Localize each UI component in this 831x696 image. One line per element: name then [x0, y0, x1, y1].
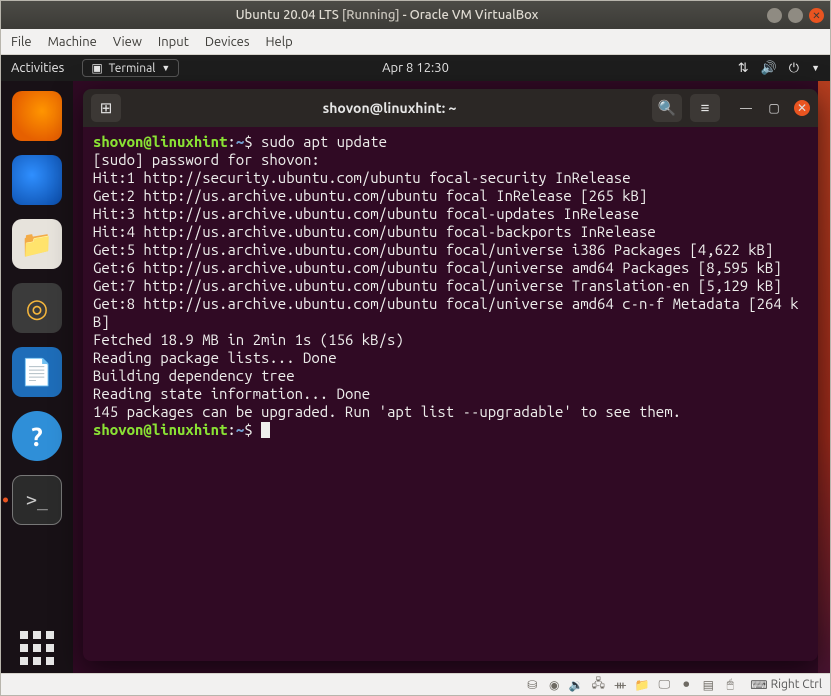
appmenu-terminal[interactable]: ▣ Terminal ▼: [82, 59, 179, 77]
prompt-path: ~: [236, 421, 244, 438]
terminal-cursor: [261, 422, 270, 438]
terminal-minimize-button[interactable]: —: [738, 100, 754, 116]
output-line: [sudo] password for shovon:: [93, 151, 320, 168]
vbox-menu-input[interactable]: Input: [158, 35, 189, 49]
dock-thunderbird[interactable]: [12, 155, 62, 205]
volume-icon[interactable]: 🔊: [761, 61, 777, 76]
activities-button[interactable]: Activities: [11, 61, 64, 75]
output-line: Get:8 http://us.archive.ubuntu.com/ubunt…: [93, 295, 799, 330]
terminal-hamburger-menu[interactable]: ≡: [690, 94, 720, 122]
terminal-close-button[interactable]: ✕: [794, 100, 810, 116]
dock-terminal[interactable]: >_: [12, 475, 62, 525]
prompt-colon: :: [227, 421, 235, 438]
vbox-titlebar[interactable]: Ubuntu 20.04 LTS [Running] - Oracle VM V…: [1, 1, 830, 29]
dock-show-applications[interactable]: [12, 623, 62, 673]
prompt-at: @: [143, 421, 151, 438]
prompt-path: ~: [236, 133, 244, 150]
network-icon[interactable]: ⇅: [738, 61, 749, 76]
terminal-viewport[interactable]: shovon@linuxhint:~$ sudo apt update [sud…: [83, 127, 818, 661]
prompt-sigil: $: [244, 133, 252, 150]
wallpaper: [818, 81, 830, 673]
terminal-headerbar[interactable]: ⊞ shovon@linuxhint: ~ 🔍 ≡ — ▢ ✕: [83, 89, 818, 127]
output-line: Hit:3 http://us.archive.ubuntu.com/ubunt…: [93, 205, 639, 222]
guest-display: Activities ▣ Terminal ▼ Apr 8 12:30 ⇅ 🔊 …: [1, 55, 830, 673]
vbox-network-icon[interactable]: 🖧: [590, 677, 606, 693]
search-icon: 🔍: [658, 99, 677, 117]
ubuntu-dock: 📁 ◎ 📄 ? >_: [1, 81, 73, 673]
dock-libreoffice-writer[interactable]: 📄: [12, 347, 62, 397]
output-line: Reading package lists... Done: [93, 349, 337, 366]
prompt-colon: :: [227, 133, 235, 150]
vbox-shared-folders-icon[interactable]: 📁: [634, 677, 650, 693]
vbox-cpu-icon[interactable]: ▤: [700, 677, 716, 693]
output-line: Hit:4 http://us.archive.ubuntu.com/ubunt…: [93, 223, 656, 240]
output-line: Get:7 http://us.archive.ubuntu.com/ubunt…: [93, 277, 782, 294]
vbox-display-icon[interactable]: 🖵: [656, 677, 672, 693]
prompt-user: shovon: [93, 133, 143, 150]
vbox-menu-help[interactable]: Help: [266, 35, 293, 49]
vbox-audio-icon[interactable]: 🔉: [568, 677, 584, 693]
terminal-window: ⊞ shovon@linuxhint: ~ 🔍 ≡ — ▢ ✕ sh: [83, 89, 818, 661]
vbox-maximize-button[interactable]: [788, 8, 803, 23]
output-line: Get:6 http://us.archive.ubuntu.com/ubunt…: [93, 259, 782, 276]
vbox-usb-icon[interactable]: ᚒ: [612, 677, 628, 693]
output-line: Building dependency tree: [93, 367, 295, 384]
terminal-icon: ▣: [91, 61, 102, 75]
prompt-user: shovon: [93, 421, 143, 438]
vbox-recording-icon[interactable]: ⏺: [678, 677, 694, 693]
terminal-search-button[interactable]: 🔍: [652, 94, 682, 122]
vbox-title-state: [Running]: [342, 8, 400, 22]
terminal-new-tab-button[interactable]: ⊞: [91, 94, 121, 122]
vbox-close-button[interactable]: ✕: [809, 8, 824, 23]
terminal-maximize-button[interactable]: ▢: [766, 100, 782, 116]
output-line: Reading state information... Done: [93, 385, 370, 402]
vbox-window-title: Ubuntu 20.04 LTS [Running] - Oracle VM V…: [7, 8, 767, 22]
output-line: Get:5 http://us.archive.ubuntu.com/ubunt…: [93, 241, 773, 258]
vbox-menu-file[interactable]: File: [11, 35, 32, 49]
command-text: sudo apt update: [261, 133, 387, 150]
vbox-optical-icon[interactable]: ◉: [546, 677, 562, 693]
chevron-down-icon: ▼: [161, 63, 170, 73]
vbox-host-key-label: Right Ctrl: [771, 678, 822, 691]
prompt-at: @: [143, 133, 151, 150]
dock-help[interactable]: ?: [12, 411, 62, 461]
vbox-title-vm: Ubuntu 20.04 LTS: [236, 8, 342, 22]
prompt-host: linuxhint: [152, 133, 228, 150]
output-line: 145 packages can be upgraded. Run 'apt l…: [93, 403, 681, 420]
hamburger-icon: ≡: [701, 99, 710, 117]
vbox-mouse-integration-icon[interactable]: 🖱: [722, 677, 738, 693]
output-line: Hit:1 http://security.ubuntu.com/ubuntu …: [93, 169, 631, 186]
terminal-title: shovon@linuxhint: ~: [127, 100, 652, 116]
prompt-host: linuxhint: [152, 421, 228, 438]
appmenu-label: Terminal: [109, 62, 156, 75]
vbox-hdd-icon[interactable]: ⛁: [524, 677, 540, 693]
virtualbox-window: Ubuntu 20.04 LTS [Running] - Oracle VM V…: [0, 0, 831, 696]
output-line: Get:2 http://us.archive.ubuntu.com/ubunt…: [93, 187, 647, 204]
keyboard-icon: ⌨: [750, 678, 767, 692]
dock-files[interactable]: 📁: [12, 219, 62, 269]
output-line: Fetched 18.9 MB in 2min 1s (156 kB/s): [93, 331, 404, 348]
vbox-menu-devices[interactable]: Devices: [205, 35, 250, 49]
vbox-title-app: - Oracle VM VirtualBox: [400, 8, 539, 22]
dock-rhythmbox[interactable]: ◎: [12, 283, 62, 333]
vbox-menu-view[interactable]: View: [113, 35, 142, 49]
prompt-sigil: $: [244, 421, 252, 438]
vbox-minimize-button[interactable]: [767, 8, 782, 23]
gnome-top-bar: Activities ▣ Terminal ▼ Apr 8 12:30 ⇅ 🔊 …: [1, 55, 830, 81]
vbox-menubar: File Machine View Input Devices Help: [1, 29, 830, 55]
vbox-host-key[interactable]: ⌨ Right Ctrl: [750, 678, 822, 692]
vbox-statusbar: ⛁ ◉ 🔉 🖧 ᚒ 📁 🖵 ⏺ ▤ 🖱 ⌨ Right Ctrl: [1, 673, 830, 695]
clock[interactable]: Apr 8 12:30: [382, 61, 449, 75]
dock-firefox[interactable]: [12, 91, 62, 141]
system-menu-chevron-icon[interactable]: ▼: [811, 63, 820, 73]
vbox-menu-machine[interactable]: Machine: [48, 35, 97, 49]
power-icon[interactable]: ⏻: [789, 61, 799, 76]
